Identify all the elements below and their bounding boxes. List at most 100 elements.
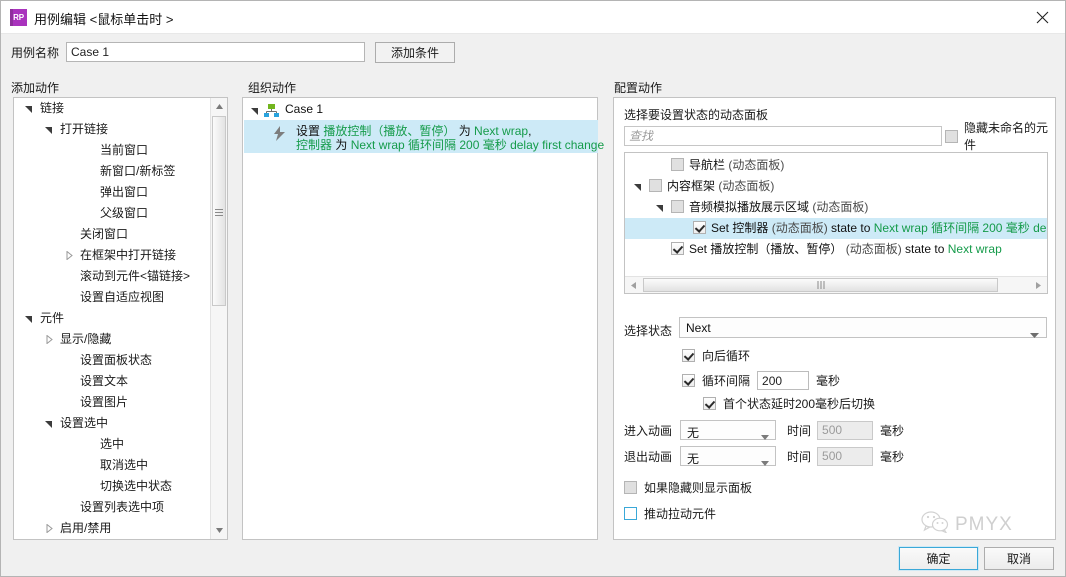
push-pull-widgets-checkbox[interactable]: 推动拉动元件 (624, 505, 716, 522)
add-action-tree-item[interactable]: 父级窗口 (14, 203, 227, 224)
dynamic-panel-tree-item[interactable]: Set 播放控制（播放、暂停） (动态面板) state to Next wra… (625, 239, 1047, 260)
scroll-down-icon[interactable] (211, 522, 227, 539)
enter-animation-time-input[interactable] (817, 420, 874, 440)
use-case-editor-dialog: RP 用例编辑 <鼠标单击时 > 用例名称 添加条件 添加动作 组织动作 配置动… (0, 0, 1066, 577)
organize-action-panel: Case 1 设置 播放控制（播放、暂停） 为 Next wrap, 控制器 为… (242, 97, 604, 540)
loop-interval-unit: 毫秒 (816, 374, 841, 388)
dynamic-panel-tree-item-checkbox[interactable] (671, 158, 684, 171)
dynamic-panel-tree-item-checkbox[interactable] (671, 200, 684, 213)
add-action-tree-item[interactable]: 设置面板状态 (14, 350, 227, 371)
show-panel-if-hidden-checkbox-box[interactable] (624, 481, 637, 494)
first-state-delay-checkbox-box[interactable] (703, 397, 716, 410)
dynamic-panel-tree-hscrollbar[interactable] (625, 276, 1047, 293)
expand-collapse-icon[interactable] (22, 98, 36, 119)
add-action-tree-item[interactable]: 当前窗口 (14, 140, 227, 161)
dynamic-panel-tree-item[interactable]: 内容框架 (动态面板) (625, 176, 1047, 197)
add-action-tree-item-label: 设置自适应视图 (80, 290, 165, 304)
add-action-tree[interactable]: 链接 打开链接 当前窗口 新窗口/新标签弹出窗口父级窗口关闭窗口在框架中打开链接滚动到… (14, 98, 227, 539)
scroll-up-icon[interactable] (211, 98, 227, 115)
loop-interval-input[interactable] (757, 371, 810, 390)
add-action-tree-item-label: 弹出窗口 (100, 185, 149, 199)
show-panel-if-hidden-checkbox[interactable]: 如果隐藏则显示面板 (624, 479, 752, 496)
add-action-tree-item[interactable]: 链接 (14, 98, 227, 119)
add-action-tree-item[interactable]: 打开链接 (14, 119, 227, 140)
scrollbar-thumb[interactable] (212, 116, 226, 306)
add-condition-button[interactable]: 添加条件 (375, 42, 455, 63)
dynamic-panel-tree-item-label: Set 控制器 (动态面板) state to Next wrap 循环间隔 2… (711, 221, 1047, 235)
add-action-tree-item-label: 父级窗口 (100, 206, 149, 220)
dynamic-panel-tree-item[interactable]: 导航栏 (动态面板) (625, 155, 1047, 176)
add-action-tree-item[interactable]: 新窗口/新标签 (14, 161, 227, 182)
search-input[interactable] (624, 126, 942, 146)
dynamic-panel-tree-item-checkbox[interactable] (693, 221, 706, 234)
dynamic-panel-tree-item-checkbox[interactable] (671, 242, 684, 255)
expand-collapse-icon[interactable] (653, 197, 667, 218)
expand-icon[interactable] (42, 518, 56, 539)
exit-animation-value: 无 (687, 452, 700, 466)
add-action-tree-item-label: 关闭窗口 (80, 227, 129, 241)
add-action-tree-item[interactable]: 元件 (14, 308, 227, 329)
add-action-scrollbar[interactable] (210, 98, 227, 539)
case-name-label: 用例名称 (11, 46, 60, 60)
scroll-left-icon[interactable] (625, 277, 642, 293)
expand-collapse-icon[interactable] (42, 119, 56, 140)
first-state-delay-checkbox[interactable]: 首个状态延时200毫秒后切换 (703, 395, 875, 412)
add-action-tree-item[interactable]: 设置选中 (14, 413, 227, 434)
add-action-tree-item[interactable]: 设置图片 (14, 392, 227, 413)
case-expand-icon[interactable] (248, 100, 262, 121)
show-panel-if-hidden-label: 如果隐藏则显示面板 (644, 481, 753, 495)
enter-animation-dropdown[interactable]: 无 (680, 420, 776, 440)
expand-icon[interactable] (62, 245, 76, 266)
add-action-tree-item-label: 显示/隐藏 (60, 332, 112, 346)
add-action-tree-item[interactable]: 弹出窗口 (14, 182, 227, 203)
add-action-tree-item[interactable]: 启用/禁用 (14, 518, 227, 539)
hscrollbar-thumb[interactable] (643, 278, 998, 292)
push-pull-widgets-checkbox-box[interactable] (624, 507, 637, 520)
add-action-tree-item[interactable]: 滚动到元件<锚链接> (14, 266, 227, 287)
action-item-row[interactable]: 设置 播放控制（播放、暂停） 为 Next wrap, 控制器 为 Next w… (244, 120, 604, 153)
ok-button[interactable]: 确定 (898, 546, 979, 571)
loop-interval-checkbox-box[interactable] (682, 374, 695, 387)
case-node-label: Case 1 (285, 102, 324, 116)
hide-unnamed-checkbox[interactable]: 隐藏未命名的元件 (945, 121, 1055, 152)
select-state-dropdown[interactable]: Next (679, 317, 1047, 338)
cancel-button[interactable]: 取消 (984, 547, 1054, 570)
exit-animation-time-input[interactable] (817, 446, 874, 466)
dynamic-panel-tree-item[interactable]: Set 控制器 (动态面板) state to Next wrap 循环间隔 2… (625, 218, 1047, 239)
hide-unnamed-checkbox-box[interactable] (945, 129, 958, 143)
case-node-row[interactable]: Case 1 (243, 100, 597, 120)
add-action-tree-item[interactable]: 选中 (14, 434, 227, 455)
add-action-tree-item-label: 选中 (100, 437, 125, 451)
add-action-tree-item[interactable]: 设置自适应视图 (14, 287, 227, 308)
dynamic-panel-tree-item[interactable]: 音频模拟播放展示区域 (动态面板) (625, 197, 1047, 218)
case-name-input[interactable] (66, 42, 365, 62)
scroll-right-icon[interactable] (1030, 277, 1047, 293)
close-icon[interactable] (1019, 1, 1065, 33)
configure-section-title: 选择要设置状态的动态面板 (624, 108, 769, 122)
loop-backward-checkbox[interactable]: 向后循环 (682, 347, 750, 364)
exit-animation-label: 退出动画 (624, 449, 673, 464)
exit-animation-dropdown[interactable]: 无 (680, 446, 776, 466)
expand-collapse-icon[interactable] (22, 308, 36, 329)
expand-icon[interactable] (42, 329, 56, 350)
add-action-tree-item-label: 在框架中打开链接 (80, 248, 177, 262)
add-action-tree-item[interactable]: 在框架中打开链接 (14, 245, 227, 266)
dynamic-panel-tree-item-checkbox[interactable] (649, 179, 662, 192)
add-action-tree-item[interactable]: 关闭窗口 (14, 224, 227, 245)
expand-collapse-icon[interactable] (631, 176, 645, 197)
add-action-tree-item[interactable]: 取消选中 (14, 455, 227, 476)
add-action-tree-item[interactable]: 切换选中状态 (14, 476, 227, 497)
enter-animation-unit: 毫秒 (880, 423, 905, 438)
add-action-tree-item[interactable]: 设置列表选中项 (14, 497, 227, 518)
loop-backward-checkbox-box[interactable] (682, 349, 695, 362)
action-text-line-2: 控制器 为 Next wrap 循环间隔 200 毫秒 delay first … (296, 138, 605, 152)
expand-collapse-icon[interactable] (42, 413, 56, 434)
loop-backward-label: 向后循环 (702, 349, 751, 363)
dynamic-panel-tree[interactable]: 导航栏 (动态面板) 内容框架 (动态面板) 音频模拟播放展示区域 (动态面板) Se… (625, 155, 1047, 260)
add-action-heading: 添加动作 (11, 81, 60, 95)
loop-interval-row[interactable]: 循环间隔 毫秒 (682, 371, 840, 390)
add-action-tree-item[interactable]: 设置文本 (14, 371, 227, 392)
add-action-tree-item[interactable]: 显示/隐藏 (14, 329, 227, 350)
chevron-down-icon (761, 455, 769, 469)
enter-animation-label: 进入动画 (624, 423, 673, 438)
